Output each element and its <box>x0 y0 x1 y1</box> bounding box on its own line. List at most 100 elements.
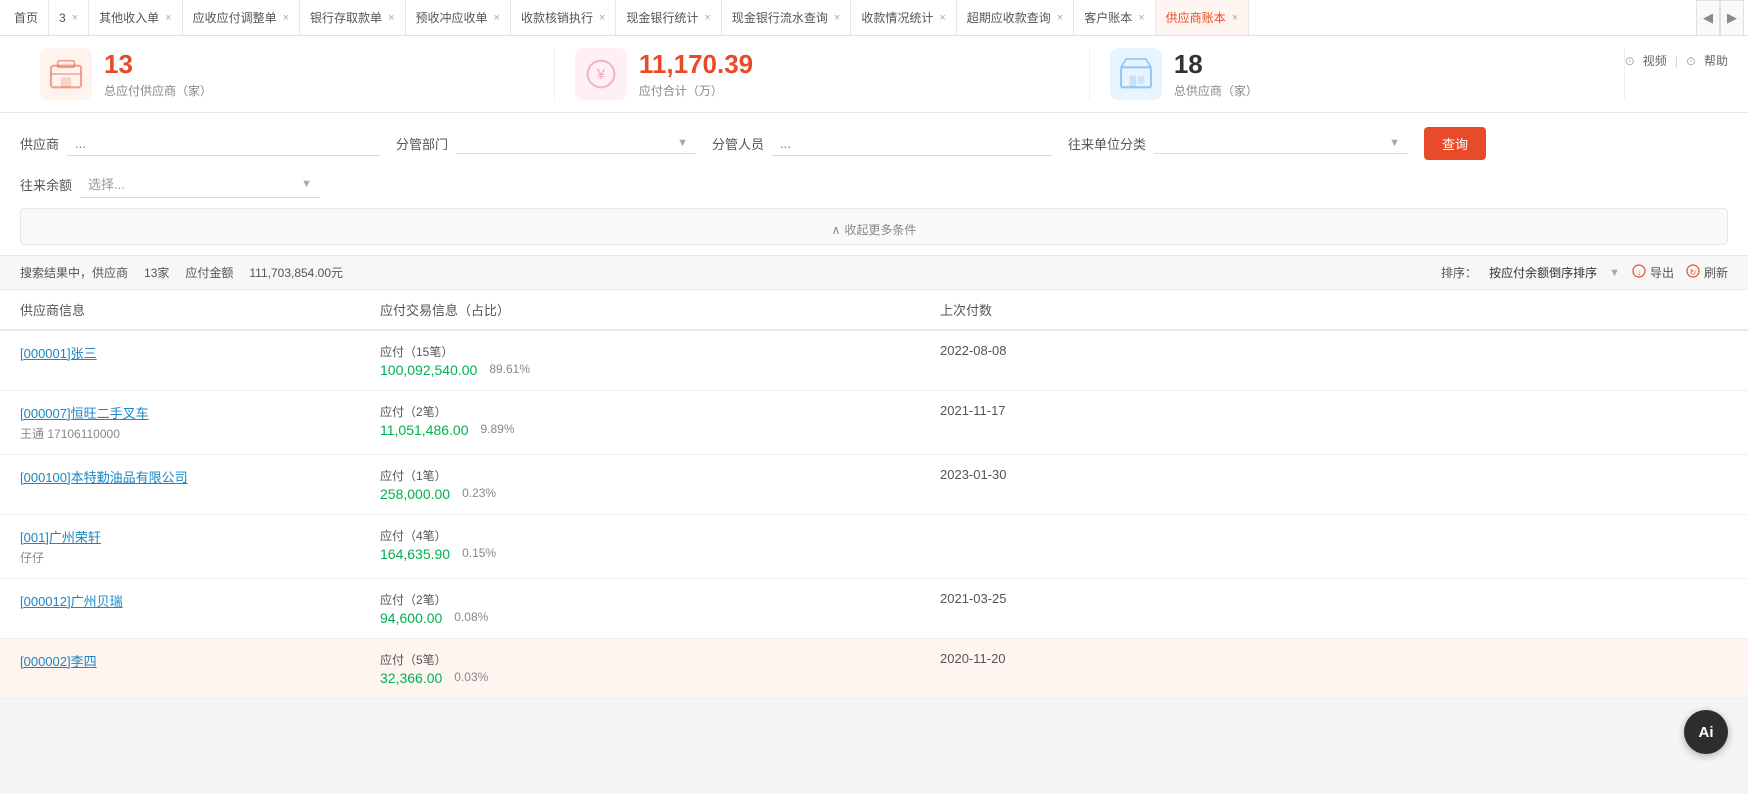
total-vendors-info: 18 总供应商（家） <box>1174 49 1258 99</box>
tx-amount-1[interactable]: 100,092,540.00 <box>380 362 477 378</box>
tx-row-2: 11,051,486.00 9.89% <box>380 420 940 438</box>
nav-prev-arrow[interactable]: ◀ <box>1696 0 1720 36</box>
nav-tab-receipts-exec-close[interactable]: × <box>599 12 605 24</box>
payable-vendors-info: 13 总应付供应商（家） <box>104 49 212 99</box>
stat-payable-amount: ¥ 11,170.39 应付合计（万） <box>555 48 1090 100</box>
supplier-link-text-6: [000002]李四 <box>20 654 97 669</box>
nav-tab-vendor-ledger-close[interactable]: × <box>1232 12 1238 24</box>
nav-tab-vendor-ledger[interactable]: 供应商账本 × <box>1156 0 1249 35</box>
table-row: [000100]本特勤油品有限公司 应付（1笔） 258,000.00 0.23… <box>0 455 1748 515</box>
transaction-cell-4: 应付（4笔） 164,635.90 0.15% <box>380 527 940 562</box>
col-header-transaction: 应付交易信息（占比） <box>380 300 940 319</box>
tx-label-5: 应付（2笔） <box>380 591 940 608</box>
result-bar-right: 排序： 按应付余额倒序排序 ▼ ↓ 导出 ↻ 刷新 <box>1441 264 1728 281</box>
nav-tab-ar-ap-adjust-close[interactable]: × <box>283 12 289 24</box>
query-button[interactable]: 查询 <box>1424 127 1486 160</box>
nav-tab-receipt-stat[interactable]: 收款情况统计 × <box>851 0 956 35</box>
sort-dropdown-icon[interactable]: ▼ <box>1609 267 1620 279</box>
nav-tab-receipt-stat-label: 收款情况统计 <box>861 9 933 26</box>
nav-tab-3-close[interactable]: × <box>72 12 78 24</box>
result-amount-prefix: 应付金额 <box>185 264 233 281</box>
nav-tab-3[interactable]: 3 × <box>49 0 89 35</box>
nav-tab-advance-ar-label: 预收冲应收单 <box>416 9 488 26</box>
nav-tab-customer-ledger-close[interactable]: × <box>1138 12 1144 24</box>
supplier-info-cell-4: [001]广州荣轩 仔仔 <box>20 527 380 566</box>
video-link[interactable]: 视频 <box>1643 52 1667 69</box>
dept-filter-select[interactable]: ▼ <box>456 133 696 154</box>
nav-tab-advance-ar-close[interactable]: × <box>494 12 500 24</box>
tx-amount-4[interactable]: 164,635.90 <box>380 546 450 562</box>
nav-tab-advance-ar[interactable]: 预收冲应收单 × <box>406 0 511 35</box>
nav-tab-cash-bank-stat-close[interactable]: × <box>704 12 710 24</box>
nav-tab-cash-bank-flow[interactable]: 现金银行流水查询 × <box>722 0 851 35</box>
collapse-chevron-icon: ∧ <box>832 223 841 237</box>
tx-amount-3[interactable]: 258,000.00 <box>380 486 450 502</box>
dept-dropdown-icon: ▼ <box>677 137 688 149</box>
export-button[interactable]: ↓ 导出 <box>1632 264 1674 281</box>
nav-tab-other-income[interactable]: 其他收入单 × <box>89 0 182 35</box>
nav-tab-other-income-label: 其他收入单 <box>99 9 159 26</box>
tx-row-3: 258,000.00 0.23% <box>380 484 940 502</box>
nav-tab-3-label: 3 <box>59 11 66 25</box>
nav-tab-home[interactable]: 首页 <box>4 0 49 35</box>
sort-value[interactable]: 按应付余额倒序排序 <box>1489 264 1597 281</box>
help-link[interactable]: 帮助 <box>1704 52 1728 69</box>
nav-tab-bank-deposit-label: 银行存取款单 <box>310 9 382 26</box>
nav-tab-cash-bank-stat[interactable]: 现金银行统计 × <box>616 0 721 35</box>
balance-filter-select[interactable]: 选择... ▼ <box>80 170 320 198</box>
person-filter-input[interactable] <box>772 132 1052 156</box>
supplier-link-1[interactable]: [000001]张三 <box>20 346 97 361</box>
tx-amount-6[interactable]: 32,366.00 <box>380 670 442 686</box>
nav-tab-other-income-close[interactable]: × <box>165 12 171 24</box>
tx-percent-5: 0.08% <box>454 610 488 624</box>
last-payment-date-2: 2021-11-17 <box>940 403 1006 418</box>
tx-percent-4: 0.15% <box>462 546 496 560</box>
tx-label-6: 应付（5笔） <box>380 651 940 668</box>
tx-percent-1: 89.61% <box>489 362 530 376</box>
supplier-link-3[interactable]: [000100]本特勤油品有限公司 <box>20 470 188 485</box>
nav-tab-ar-ap-adjust-label: 应收应付调整单 <box>193 9 277 26</box>
ai-button[interactable]: Ai <box>1684 710 1728 754</box>
supplier-link-2[interactable]: [000007]恒旺二手叉车 <box>20 406 149 421</box>
supplier-link-4[interactable]: [001]广州荣轩 <box>20 530 101 545</box>
balance-filter-text: 选择... <box>88 174 301 193</box>
nav-tab-cash-bank-stat-label: 现金银行统计 <box>626 9 698 26</box>
nav-tab-overdue-ar-label: 超期应收款查询 <box>967 9 1051 26</box>
nav-tab-bank-deposit-close[interactable]: × <box>388 12 394 24</box>
nav-tab-receipts-exec[interactable]: 收款核销执行 × <box>511 0 616 35</box>
last-payment-cell-1: 2022-08-08 <box>940 343 1728 358</box>
nav-tab-receipt-stat-close[interactable]: × <box>939 12 945 24</box>
category-filter-select[interactable]: ▼ <box>1154 133 1408 154</box>
nav-tab-overdue-ar[interactable]: 超期应收款查询 × <box>957 0 1074 35</box>
nav-tab-cash-bank-flow-close[interactable]: × <box>834 12 840 24</box>
table-row: [000001]张三 应付（15笔） 100,092,540.00 89.61%… <box>0 331 1748 391</box>
person-filter-label: 分管人员 <box>712 134 764 153</box>
last-payment-date-5: 2021-03-25 <box>940 591 1007 606</box>
collapse-button[interactable]: ∧ 收起更多条件 <box>832 221 917 238</box>
last-payment-cell-2: 2021-11-17 <box>940 403 1728 418</box>
nav-tab-bank-deposit[interactable]: 银行存取款单 × <box>300 0 405 35</box>
filter-row-2: 往来余额 选择... ▼ <box>20 170 1728 198</box>
nav-tab-ar-ap-adjust[interactable]: 应收应付调整单 × <box>183 0 300 35</box>
supplier-filter-input[interactable] <box>67 132 380 156</box>
supplier-link-5[interactable]: [000012]广州贝瑞 <box>20 594 123 609</box>
sort-label: 排序： <box>1441 264 1477 281</box>
stats-bar: 13 总应付供应商（家） ¥ 11,170.39 应付合计（万） 18 <box>0 36 1748 113</box>
nav-tab-customer-ledger[interactable]: 客户账本 × <box>1074 0 1155 35</box>
refresh-button[interactable]: ↻ 刷新 <box>1686 264 1728 281</box>
filter-item-person: 分管人员 <box>712 132 1052 156</box>
table-row: [000007]恒旺二手叉车 王通 17106110000 应付（2笔） 11,… <box>0 391 1748 455</box>
tx-label-4: 应付（4笔） <box>380 527 940 544</box>
nav-next-arrow[interactable]: ▶ <box>1720 0 1744 36</box>
table-header: 供应商信息 应付交易信息（占比） 上次付数 <box>0 290 1748 331</box>
col-header-supplier: 供应商信息 <box>20 300 380 319</box>
tx-row-6: 32,366.00 0.03% <box>380 668 940 686</box>
tx-row-5: 94,600.00 0.08% <box>380 608 940 626</box>
tx-amount-2[interactable]: 11,051,486.00 <box>380 422 469 438</box>
nav-tab-overdue-ar-close[interactable]: × <box>1057 12 1063 24</box>
tx-label-1: 应付（15笔） <box>380 343 940 360</box>
transaction-cell-6: 应付（5笔） 32,366.00 0.03% <box>380 651 940 686</box>
payable-vendors-icon <box>40 48 92 100</box>
tx-amount-5[interactable]: 94,600.00 <box>380 610 442 626</box>
supplier-link-6[interactable]: [000002]李四 <box>20 654 97 669</box>
